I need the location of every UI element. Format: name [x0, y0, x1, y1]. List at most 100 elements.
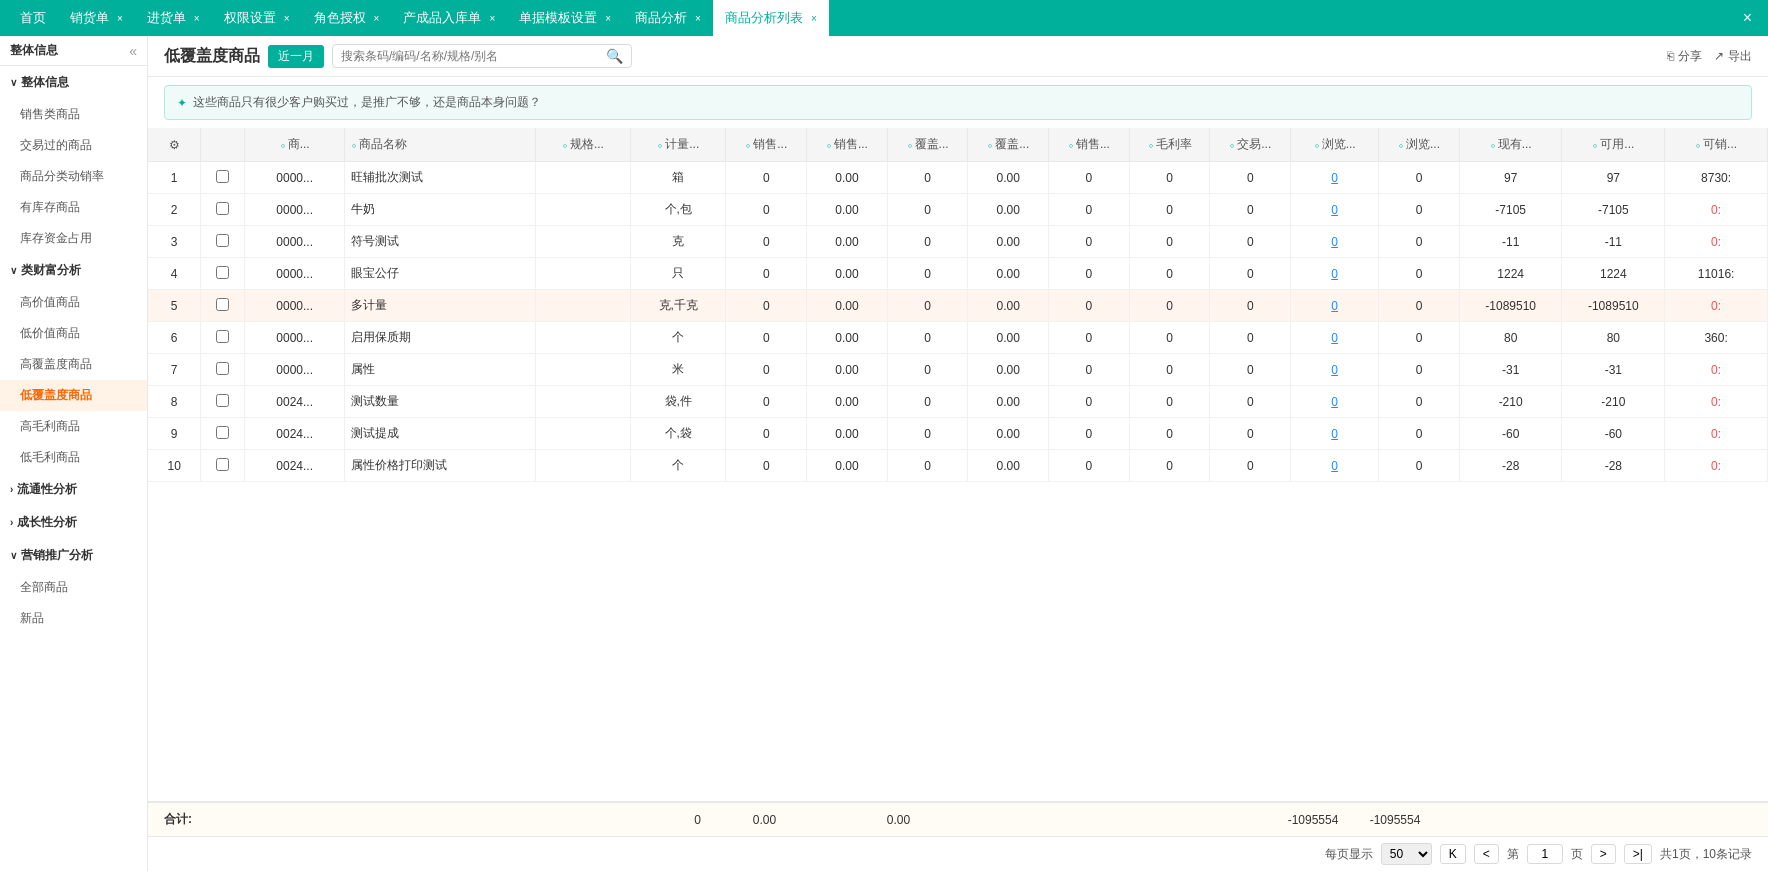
nav-purchase[interactable]: 进货单 × — [135, 0, 212, 36]
nav-product-stock[interactable]: 产成品入库单 × — [391, 0, 507, 36]
col-sales-amt[interactable]: ⬦销售... — [807, 128, 888, 162]
cell-checkbox[interactable] — [201, 450, 245, 482]
nav-template[interactable]: 单据模板设置 × — [507, 0, 623, 36]
cell-checkbox[interactable] — [201, 226, 245, 258]
sidebar-item-low-coverage[interactable]: 低覆盖度商品 — [0, 380, 147, 411]
col-browse1[interactable]: ⬦浏览... — [1291, 128, 1379, 162]
cell-browse1[interactable]: 0 — [1291, 450, 1379, 482]
cell-browse1[interactable]: 0 — [1291, 194, 1379, 226]
footer-current: -1095554 — [1278, 813, 1348, 827]
nav-home[interactable]: 首页 — [8, 0, 58, 36]
info-icon: ✦ — [177, 96, 187, 110]
col-gross-margin[interactable]: ⬦毛利率 — [1129, 128, 1210, 162]
cell-name: 属性价格打印测试 — [345, 450, 536, 482]
col-spec[interactable]: ⬦规格... — [535, 128, 630, 162]
close-all-button[interactable]: × — [1735, 9, 1760, 27]
sidebar-section-marketing[interactable]: ∨ 营销推广分析 — [0, 539, 147, 572]
sidebar-item-sales-products[interactable]: 销售类商品 — [0, 99, 147, 130]
cell-sales-qty: 0 — [726, 258, 807, 290]
table-row: 5 0000... 多计量 克,千克 0 0.00 0 0.00 0 0 0 0… — [148, 290, 1768, 322]
sidebar-item-low-margin[interactable]: 低毛利商品 — [0, 442, 147, 473]
cell-browse1[interactable]: 0 — [1291, 258, 1379, 290]
sidebar-item-low-value[interactable]: 低价值商品 — [0, 318, 147, 349]
cell-sales-amt: 0.00 — [807, 162, 888, 194]
cell-browse1[interactable]: 0 — [1291, 386, 1379, 418]
time-filter-button[interactable]: 近一月 — [268, 45, 324, 68]
sidebar-item-all-products[interactable]: 全部商品 — [0, 572, 147, 603]
close-purchase-icon[interactable]: × — [194, 13, 200, 24]
sidebar-item-high-coverage[interactable]: 高覆盖度商品 — [0, 349, 147, 380]
close-role-icon[interactable]: × — [374, 13, 380, 24]
col-sales3[interactable]: ⬦销售... — [1049, 128, 1130, 162]
close-analysis-icon[interactable]: × — [695, 13, 701, 24]
cell-browse1[interactable]: 0 — [1291, 322, 1379, 354]
sidebar-item-traded-products[interactable]: 交易过的商品 — [0, 130, 147, 161]
last-page-button[interactable]: >| — [1624, 844, 1652, 864]
export-button[interactable]: ↗ 导出 — [1714, 48, 1752, 65]
close-template-icon[interactable]: × — [605, 13, 611, 24]
sidebar-item-new-products[interactable]: 新品 — [0, 603, 147, 634]
page-size-select[interactable]: 50 20 100 — [1381, 843, 1432, 865]
col-unit[interactable]: ⬦计量... — [631, 128, 726, 162]
cell-checkbox[interactable] — [201, 162, 245, 194]
col-sales-qty[interactable]: ⬦销售... — [726, 128, 807, 162]
nav-permissions[interactable]: 权限设置 × — [212, 0, 302, 36]
col-coverage2[interactable]: ⬦覆盖... — [968, 128, 1049, 162]
nav-product-analysis[interactable]: 商品分析 × — [623, 0, 713, 36]
col-saleable[interactable]: ⬦可销... — [1665, 128, 1768, 162]
sidebar-item-stock-capital[interactable]: 库存资金占用 — [0, 223, 147, 254]
sidebar-section-wealth[interactable]: ∨ 类财富分析 — [0, 254, 147, 287]
cell-sku: 0024... — [245, 418, 345, 450]
nav-product-analysis-list[interactable]: 商品分析列表 × — [713, 0, 829, 36]
cell-checkbox[interactable] — [201, 258, 245, 290]
nav-role-auth[interactable]: 角色授权 × — [302, 0, 392, 36]
close-sales-icon[interactable]: × — [117, 13, 123, 24]
sidebar-item-category-rate[interactable]: 商品分类动销率 — [0, 161, 147, 192]
cell-browse1[interactable]: 0 — [1291, 290, 1379, 322]
sidebar-section-overall[interactable]: ∨ 整体信息 — [0, 66, 147, 99]
close-permissions-icon[interactable]: × — [284, 13, 290, 24]
first-page-button[interactable]: K — [1440, 844, 1466, 864]
sidebar-section-growth[interactable]: › 成长性分析 — [0, 506, 147, 539]
sidebar-section-liquidity[interactable]: › 流通性分析 — [0, 473, 147, 506]
col-settings[interactable]: ⚙ — [148, 128, 201, 162]
cell-checkbox[interactable] — [201, 194, 245, 226]
cell-checkbox[interactable] — [201, 290, 245, 322]
share-button[interactable]: ⎗ 分享 — [1667, 48, 1702, 65]
cell-sales-amt: 0.00 — [807, 386, 888, 418]
next-page-button[interactable]: > — [1591, 844, 1616, 864]
page-number-input[interactable] — [1527, 844, 1563, 864]
col-available-stock[interactable]: ⬦可用... — [1562, 128, 1665, 162]
cell-gross-margin: 0 — [1129, 290, 1210, 322]
cell-checkbox[interactable] — [201, 386, 245, 418]
sidebar-collapse-button[interactable]: « — [129, 43, 137, 59]
cell-sales3: 0 — [1049, 386, 1130, 418]
cell-browse1[interactable]: 0 — [1291, 354, 1379, 386]
prev-page-button[interactable]: < — [1474, 844, 1499, 864]
cell-available: -28 — [1562, 450, 1665, 482]
cell-trade: 0 — [1210, 226, 1291, 258]
search-icon[interactable]: 🔍 — [606, 48, 623, 64]
close-product-stock-icon[interactable]: × — [489, 13, 495, 24]
cell-browse2: 0 — [1379, 322, 1460, 354]
col-current-stock[interactable]: ⬦现有... — [1459, 128, 1562, 162]
cell-browse1[interactable]: 0 — [1291, 418, 1379, 450]
col-coverage1[interactable]: ⬦覆盖... — [887, 128, 968, 162]
cell-checkbox[interactable] — [201, 418, 245, 450]
sidebar-item-high-margin[interactable]: 高毛利商品 — [0, 411, 147, 442]
cell-browse1[interactable]: 0 — [1291, 226, 1379, 258]
cell-checkbox[interactable] — [201, 354, 245, 386]
sidebar-item-stocked-products[interactable]: 有库存商品 — [0, 192, 147, 223]
col-sku[interactable]: ⬦商... — [245, 128, 345, 162]
col-name[interactable]: ⬦商品名称 — [345, 128, 536, 162]
search-box: 🔍 — [332, 44, 632, 68]
nav-sales[interactable]: 销货单 × — [58, 0, 135, 36]
close-analysis-list-icon[interactable]: × — [811, 13, 817, 24]
sidebar-item-high-value[interactable]: 高价值商品 — [0, 287, 147, 318]
cell-checkbox[interactable] — [201, 322, 245, 354]
table-row: 1 0000... 旺辅批次测试 箱 0 0.00 0 0.00 0 0 0 0… — [148, 162, 1768, 194]
search-input[interactable] — [341, 49, 606, 63]
col-trade[interactable]: ⬦交易... — [1210, 128, 1291, 162]
cell-browse1[interactable]: 0 — [1291, 162, 1379, 194]
col-browse2[interactable]: ⬦浏览... — [1379, 128, 1460, 162]
